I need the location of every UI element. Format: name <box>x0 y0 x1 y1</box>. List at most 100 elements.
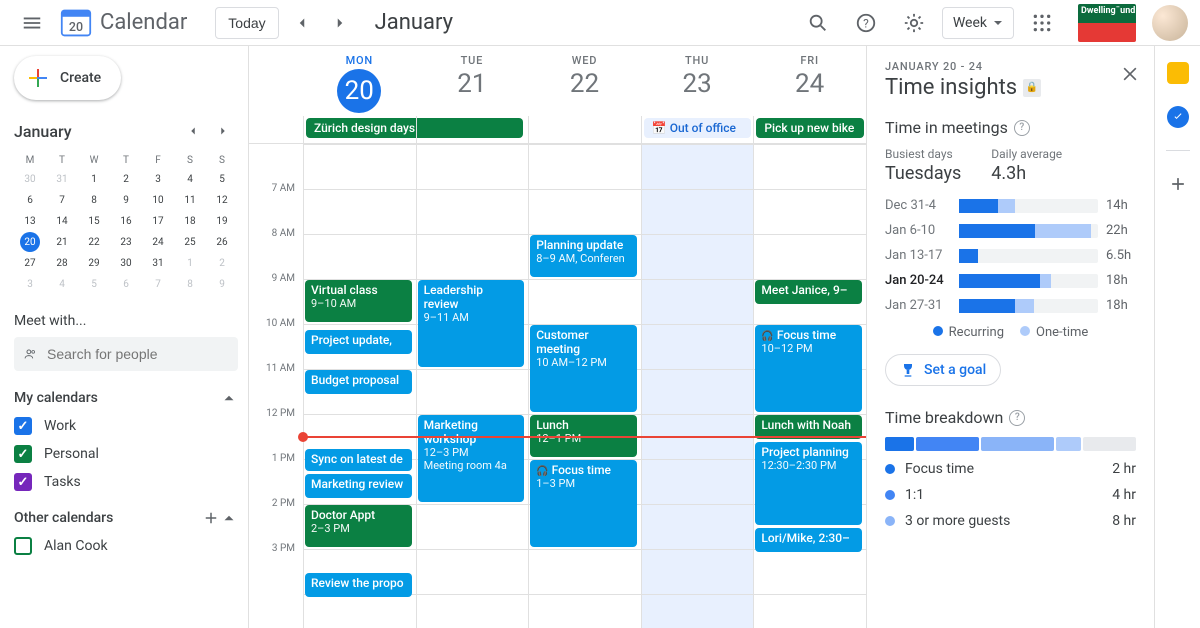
breakdown-item[interactable]: Focus time2 hr <box>885 461 1136 477</box>
mini-day[interactable]: 20 <box>20 232 40 252</box>
prev-week-button[interactable] <box>287 8 317 38</box>
calendar-event[interactable]: Customer meeting10 AM–12 PM <box>530 325 637 412</box>
time-slot[interactable] <box>528 549 641 594</box>
calendar-item[interactable]: Work <box>14 417 238 435</box>
calendar-event[interactable]: Marketing review <box>305 474 412 498</box>
time-slot[interactable] <box>641 144 754 189</box>
mini-day[interactable]: 3 <box>14 274 46 295</box>
checkbox[interactable] <box>14 417 32 435</box>
mini-day[interactable]: 6 <box>14 190 46 211</box>
calendar-item[interactable]: Alan Cook <box>14 537 238 555</box>
time-slot[interactable] <box>753 234 866 279</box>
mini-day[interactable]: 2 <box>206 253 238 274</box>
calendar-event[interactable]: Leadership review9–11 AM <box>418 280 525 367</box>
gear-icon[interactable] <box>894 3 934 43</box>
time-slot[interactable] <box>641 279 754 324</box>
tasks-icon[interactable] <box>1167 106 1189 128</box>
mini-day[interactable]: 14 <box>46 211 78 232</box>
mini-day[interactable]: 8 <box>174 274 206 295</box>
time-slot[interactable] <box>641 504 754 549</box>
mini-day[interactable]: 27 <box>14 253 46 274</box>
close-icon[interactable] <box>1120 64 1140 84</box>
calendar-event[interactable]: Focus time1–3 PM <box>530 460 637 547</box>
time-slot[interactable] <box>303 189 416 234</box>
mini-day[interactable]: 25 <box>174 232 206 253</box>
time-slot[interactable] <box>303 234 416 279</box>
time-slot[interactable] <box>641 324 754 369</box>
other-calendars-toggle[interactable]: Other calendars <box>14 509 238 527</box>
keep-icon[interactable] <box>1167 62 1189 84</box>
next-week-button[interactable] <box>325 8 355 38</box>
mini-day[interactable]: 30 <box>110 253 142 274</box>
mini-day[interactable]: 5 <box>78 274 110 295</box>
mini-day[interactable]: 13 <box>14 211 46 232</box>
mini-day[interactable]: 2 <box>110 169 142 190</box>
view-selector[interactable]: Week <box>942 7 1014 39</box>
week-bar-row[interactable]: Jan 6-1022h <box>885 223 1136 238</box>
checkbox[interactable] <box>14 473 32 491</box>
set-goal-button[interactable]: Set a goal <box>885 354 1001 386</box>
mini-day[interactable]: 19 <box>206 211 238 232</box>
week-bar-row[interactable]: Jan 20-2418h <box>885 273 1136 288</box>
time-slot[interactable] <box>303 144 416 189</box>
time-slot[interactable] <box>753 189 866 234</box>
breakdown-item[interactable]: 1:14 hr <box>885 487 1136 503</box>
checkbox[interactable] <box>14 537 32 555</box>
mini-day[interactable]: 11 <box>174 190 206 211</box>
mini-day[interactable]: 15 <box>78 211 110 232</box>
mini-day[interactable]: 24 <box>142 232 174 253</box>
mini-day[interactable]: 30 <box>14 169 46 190</box>
time-slot[interactable] <box>641 234 754 279</box>
time-slot[interactable] <box>416 234 529 279</box>
mini-day[interactable]: 7 <box>46 190 78 211</box>
time-slot[interactable] <box>641 459 754 504</box>
mini-day[interactable]: 26 <box>206 232 238 253</box>
calendar-item[interactable]: Personal <box>14 445 238 463</box>
time-slot[interactable] <box>416 189 529 234</box>
add-calendar-icon[interactable] <box>202 509 220 527</box>
mini-day[interactable]: 22 <box>78 232 110 253</box>
mini-day[interactable]: 21 <box>46 232 78 253</box>
day-header[interactable]: WED22 <box>528 46 641 116</box>
calendar-event[interactable]: Doctor Appt2–3 PM <box>305 505 412 547</box>
calendar-event[interactable]: Planning update8–9 AM, Conferen <box>530 235 637 277</box>
mini-day[interactable]: 31 <box>46 169 78 190</box>
calendar-event[interactable]: Budget proposal <box>305 370 412 394</box>
mini-day[interactable]: 5 <box>206 169 238 190</box>
time-slot[interactable] <box>528 279 641 324</box>
time-slot[interactable] <box>416 549 529 594</box>
mini-day[interactable]: 18 <box>174 211 206 232</box>
day-header[interactable]: MON20 <box>303 46 416 116</box>
day-header[interactable]: THU23 <box>641 46 754 116</box>
allday-event[interactable]: Pick up new bike <box>756 118 864 138</box>
mini-day[interactable]: 9 <box>110 190 142 211</box>
time-slot[interactable] <box>528 189 641 234</box>
breakdown-item[interactable]: 3 or more guests8 hr <box>885 513 1136 529</box>
search-people-input[interactable] <box>47 346 228 362</box>
week-bar-row[interactable]: Jan 27-3118h <box>885 298 1136 313</box>
calendar-event[interactable]: Review the propo <box>305 573 412 597</box>
calendar-event[interactable]: Sync on latest de <box>305 449 412 471</box>
help-icon[interactable]: ? <box>1014 120 1030 136</box>
week-bar-row[interactable]: Jan 13-176.5h <box>885 248 1136 263</box>
mini-day[interactable]: 17 <box>142 211 174 232</box>
apps-icon[interactable] <box>1022 3 1062 43</box>
mini-day[interactable]: 28 <box>46 253 78 274</box>
avatar[interactable] <box>1152 5 1188 41</box>
search-people[interactable] <box>14 337 238 371</box>
mini-day[interactable]: 4 <box>46 274 78 295</box>
mini-calendar[interactable]: MTWTFSS303112345678910111213141516171819… <box>14 152 238 295</box>
calendar-event[interactable]: Meet Janice, 9– <box>755 280 862 304</box>
time-slot[interactable] <box>416 369 529 414</box>
mini-day[interactable]: 31 <box>142 253 174 274</box>
allday-event[interactable]: 📅 Out of office <box>644 118 752 138</box>
create-button[interactable]: Create <box>14 56 121 100</box>
add-addon-icon[interactable] <box>1167 173 1189 195</box>
calendar-event[interactable]: Project update, <box>305 330 412 354</box>
mini-prev-button[interactable] <box>178 116 208 146</box>
mini-day[interactable]: 10 <box>142 190 174 211</box>
calendar-item[interactable]: Tasks <box>14 473 238 491</box>
mini-day[interactable]: 8 <box>78 190 110 211</box>
day-header[interactable]: FRI24 <box>753 46 866 116</box>
calendar-event[interactable]: Focus time10–12 PM <box>755 325 862 412</box>
